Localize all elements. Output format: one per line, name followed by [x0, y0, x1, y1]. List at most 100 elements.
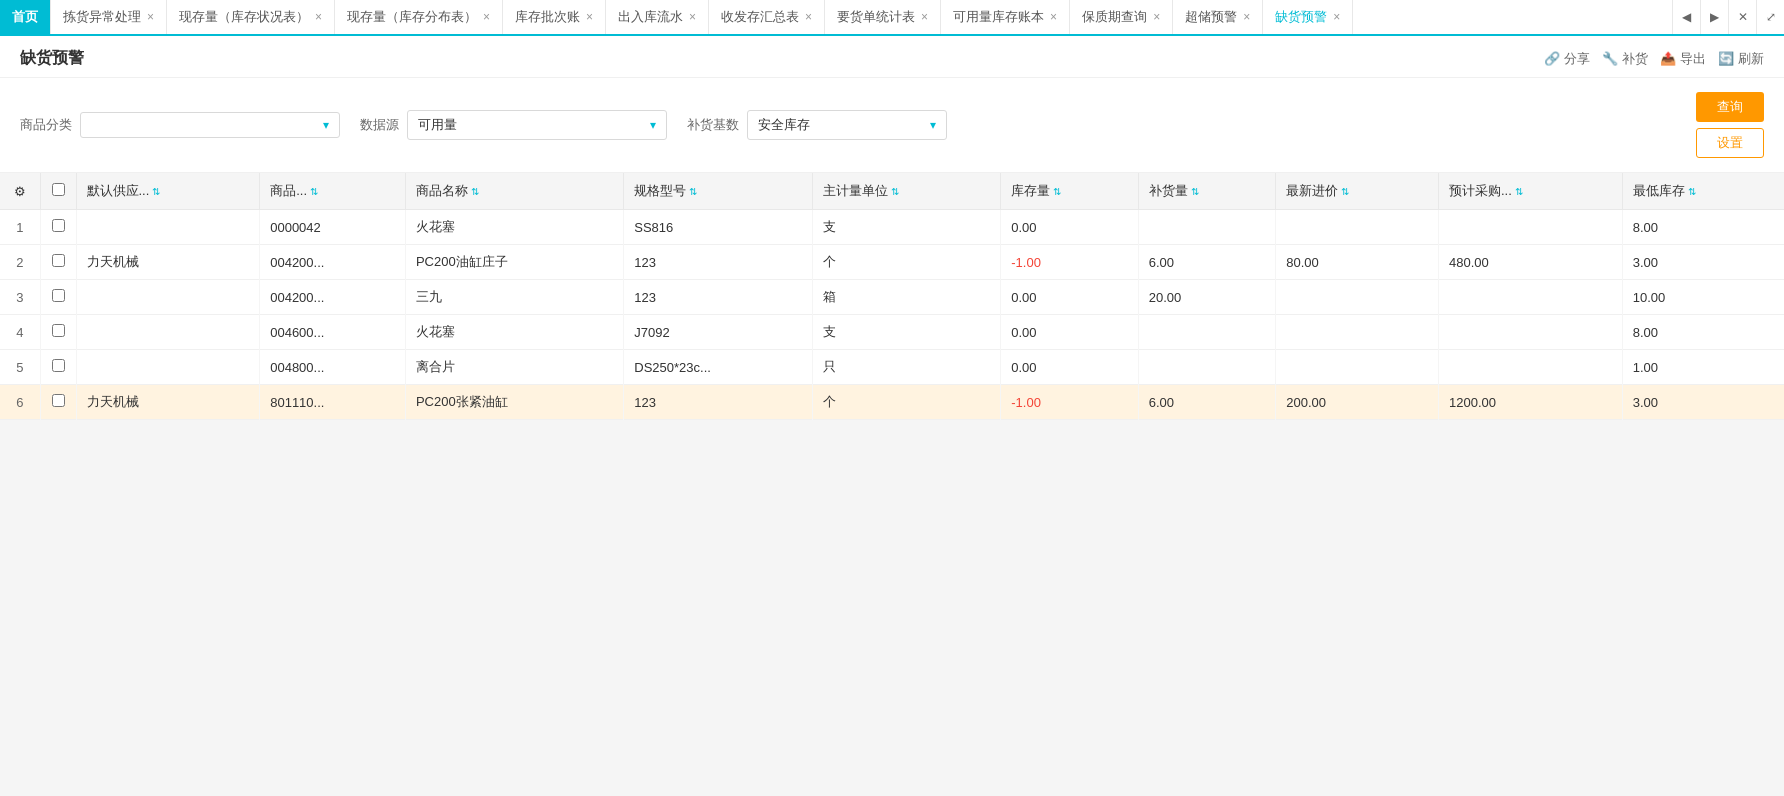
product-name-cell-4: 火花塞	[405, 315, 623, 350]
settings-button[interactable]: 设置	[1696, 128, 1764, 158]
tab-purchase-stat[interactable]: 要货单统计表×	[825, 0, 941, 35]
header-actions: 🔗 分享 🔧 补货 📤 导出 🔄 刷新	[1544, 50, 1764, 68]
category-select[interactable]: ▾	[80, 112, 340, 138]
refresh-button[interactable]: 🔄 刷新	[1718, 50, 1764, 68]
min-stock-sort-icon: ⇅	[1688, 186, 1696, 197]
column-settings-header[interactable]: ⚙	[0, 173, 40, 210]
tab-receive-summary[interactable]: 收发存汇总表×	[709, 0, 825, 35]
column-spec-header[interactable]: 规格型号⇅	[624, 173, 813, 210]
row-checkbox-cell-2	[40, 245, 76, 280]
tab-close-inventory-status[interactable]: ×	[315, 10, 322, 24]
column-product-code-header[interactable]: 商品...⇅	[260, 173, 406, 210]
tab-close-expiry[interactable]: ×	[1153, 10, 1160, 24]
column-supplier-header[interactable]: 默认供应...⇅	[76, 173, 260, 210]
tab-close-batch-account[interactable]: ×	[586, 10, 593, 24]
supplier-cell-6: 力天机械	[76, 385, 260, 420]
stock-cell-2: -1.00	[1001, 245, 1139, 280]
page-content: 缺货预警 🔗 分享 🔧 补货 📤 导出 🔄 刷新 商品分类	[0, 36, 1784, 420]
table-row: 2力天机械004200...PC200油缸庄子123个-1.006.0080.0…	[0, 245, 1784, 280]
row-checkbox-1[interactable]	[52, 219, 65, 232]
tab-prev-btn[interactable]: ◀	[1672, 0, 1700, 35]
min-stock-cell-6: 3.00	[1622, 385, 1784, 420]
tab-available-ledger[interactable]: 可用量库存账本×	[941, 0, 1070, 35]
column-unit-header[interactable]: 主计量单位⇅	[813, 173, 1001, 210]
tab-abnormal[interactable]: 拣货异常处理×	[51, 0, 167, 35]
replenish-button[interactable]: 🔧 补货	[1602, 50, 1648, 68]
row-num-1: 1	[0, 210, 40, 245]
estimated-purchase-sort-icon: ⇅	[1515, 186, 1523, 197]
column-checkbox-header[interactable]	[40, 173, 76, 210]
row-checkbox-2[interactable]	[52, 254, 65, 267]
stock-sort-icon: ⇅	[1053, 186, 1061, 197]
export-button[interactable]: 📤 导出	[1660, 50, 1706, 68]
tab-close-abnormal[interactable]: ×	[147, 10, 154, 24]
tab-close-available-ledger[interactable]: ×	[1050, 10, 1057, 24]
tab-inventory-status[interactable]: 现存量（库存状况表）×	[167, 0, 335, 35]
row-checkbox-cell-3	[40, 280, 76, 315]
category-filter-group: 商品分类 ▾	[20, 112, 340, 138]
tab-label-expiry: 保质期查询	[1082, 8, 1147, 26]
row-checkbox-6[interactable]	[52, 394, 65, 407]
tab-inout-flow[interactable]: 出入库流水×	[606, 0, 709, 35]
table-row: 4004600...火花塞J7092支0.008.00	[0, 315, 1784, 350]
datasource-select-value: 可用量	[418, 116, 650, 134]
share-icon: 🔗	[1544, 51, 1560, 66]
tab-close-purchase-stat[interactable]: ×	[921, 10, 928, 24]
replenish-cell-6: 6.00	[1138, 385, 1276, 420]
row-checkbox-4[interactable]	[52, 324, 65, 337]
stock-cell-4: 0.00	[1001, 315, 1139, 350]
tab-batch-account[interactable]: 库存批次账×	[503, 0, 606, 35]
row-checkbox-5[interactable]	[52, 359, 65, 372]
product-code-cell-2: 004200...	[260, 245, 406, 280]
replenish-label: 补货	[1622, 50, 1648, 68]
tab-shortage[interactable]: 缺货预警 ×	[1263, 0, 1353, 35]
product-name-cell-6: PC200张紧油缸	[405, 385, 623, 420]
column-estimated-purchase-header[interactable]: 预计采购...⇅	[1438, 173, 1622, 210]
tab-close-all-btn[interactable]: ✕	[1728, 0, 1756, 35]
share-button[interactable]: 🔗 分享	[1544, 50, 1590, 68]
row-checkbox-3[interactable]	[52, 289, 65, 302]
product-code-cell-5: 004800...	[260, 350, 406, 385]
row-checkbox-cell-5	[40, 350, 76, 385]
product-name-cell-3: 三九	[405, 280, 623, 315]
unit-cell-6: 个	[813, 385, 1001, 420]
page-header: 缺货预警 🔗 分享 🔧 补货 📤 导出 🔄 刷新	[0, 36, 1784, 78]
estimated-purchase-cell-5	[1438, 350, 1622, 385]
estimated-purchase-cell-1	[1438, 210, 1622, 245]
tab-expand-btn[interactable]: ⤢	[1756, 0, 1784, 35]
replenish-basis-select[interactable]: 安全库存 ▾	[747, 110, 947, 140]
tab-close-receive-summary[interactable]: ×	[805, 10, 812, 24]
row-checkbox-cell-4	[40, 315, 76, 350]
tab-overstock[interactable]: 超储预警×	[1173, 0, 1263, 35]
column-replenish-header[interactable]: 补货量⇅	[1138, 173, 1276, 210]
replenish-cell-1	[1138, 210, 1276, 245]
tab-close-inventory-dist[interactable]: ×	[483, 10, 490, 24]
latest-price-cell-1	[1276, 210, 1439, 245]
select-all-checkbox[interactable]	[52, 183, 65, 196]
datasource-label: 数据源	[360, 116, 399, 134]
tab-expiry[interactable]: 保质期查询 ×	[1070, 0, 1173, 35]
refresh-label: 刷新	[1738, 50, 1764, 68]
page-title: 缺货预警	[20, 48, 84, 69]
tab-close-inout-flow[interactable]: ×	[689, 10, 696, 24]
column-product-name-header[interactable]: 商品名称⇅	[405, 173, 623, 210]
tab-next-btn[interactable]: ▶	[1700, 0, 1728, 35]
column-min-stock-header[interactable]: 最低库存⇅	[1622, 173, 1784, 210]
tab-close-overstock[interactable]: ×	[1243, 10, 1250, 24]
column-stock-header[interactable]: 库存量⇅	[1001, 173, 1139, 210]
query-button[interactable]: 查询	[1696, 92, 1764, 122]
unit-cell-5: 只	[813, 350, 1001, 385]
min-stock-cell-3: 10.00	[1622, 280, 1784, 315]
estimated-purchase-cell-6: 1200.00	[1438, 385, 1622, 420]
datasource-select[interactable]: 可用量 ▾	[407, 110, 667, 140]
tab-close-shortage[interactable]: ×	[1333, 10, 1340, 24]
tab-inventory-dist[interactable]: 现存量（库存分布表）×	[335, 0, 503, 35]
unit-cell-4: 支	[813, 315, 1001, 350]
min-stock-cell-5: 1.00	[1622, 350, 1784, 385]
refresh-icon: 🔄	[1718, 51, 1734, 66]
tab-home[interactable]: 首页	[0, 0, 51, 35]
column-latest-price-header[interactable]: 最新进价⇅	[1276, 173, 1439, 210]
category-label: 商品分类	[20, 116, 72, 134]
table-header-row: ⚙ 默认供应...⇅ 商品...⇅ 商品名称⇅ 规格型号⇅	[0, 173, 1784, 210]
tab-label-shortage: 缺货预警	[1275, 8, 1327, 26]
